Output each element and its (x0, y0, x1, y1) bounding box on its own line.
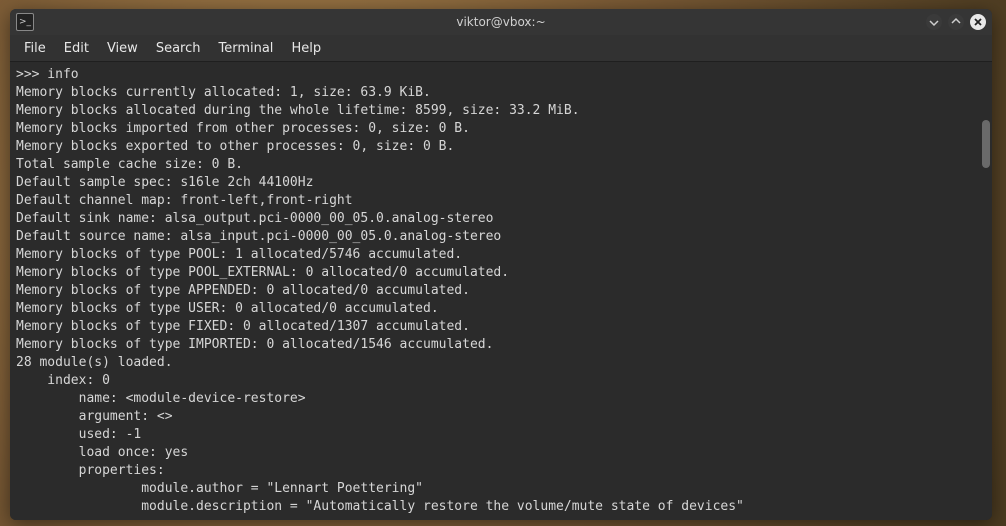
scrollbar-thumb[interactable] (982, 120, 990, 168)
minimize-button[interactable] (926, 14, 942, 30)
menu-terminal[interactable]: Terminal (210, 37, 281, 60)
menu-search[interactable]: Search (148, 37, 209, 60)
menu-view[interactable]: View (99, 37, 146, 60)
menubar: File Edit View Search Terminal Help (10, 35, 992, 62)
terminal-area[interactable]: >>> info Memory blocks currently allocat… (10, 62, 992, 520)
terminal-output: >>> info Memory blocks currently allocat… (16, 66, 978, 518)
menu-help[interactable]: Help (283, 37, 329, 60)
maximize-button[interactable] (948, 14, 964, 30)
menu-edit[interactable]: Edit (56, 37, 97, 60)
scrollbar[interactable] (982, 68, 990, 514)
terminal-icon: >_ (16, 13, 34, 31)
titlebar[interactable]: >_ viktor@vbox:~ (10, 9, 992, 35)
close-button[interactable] (970, 14, 986, 30)
window-title: viktor@vbox:~ (456, 15, 545, 29)
menu-file[interactable]: File (16, 37, 54, 60)
terminal-window: >_ viktor@vbox:~ File Edit View Search T… (10, 9, 992, 520)
window-controls (926, 14, 986, 30)
